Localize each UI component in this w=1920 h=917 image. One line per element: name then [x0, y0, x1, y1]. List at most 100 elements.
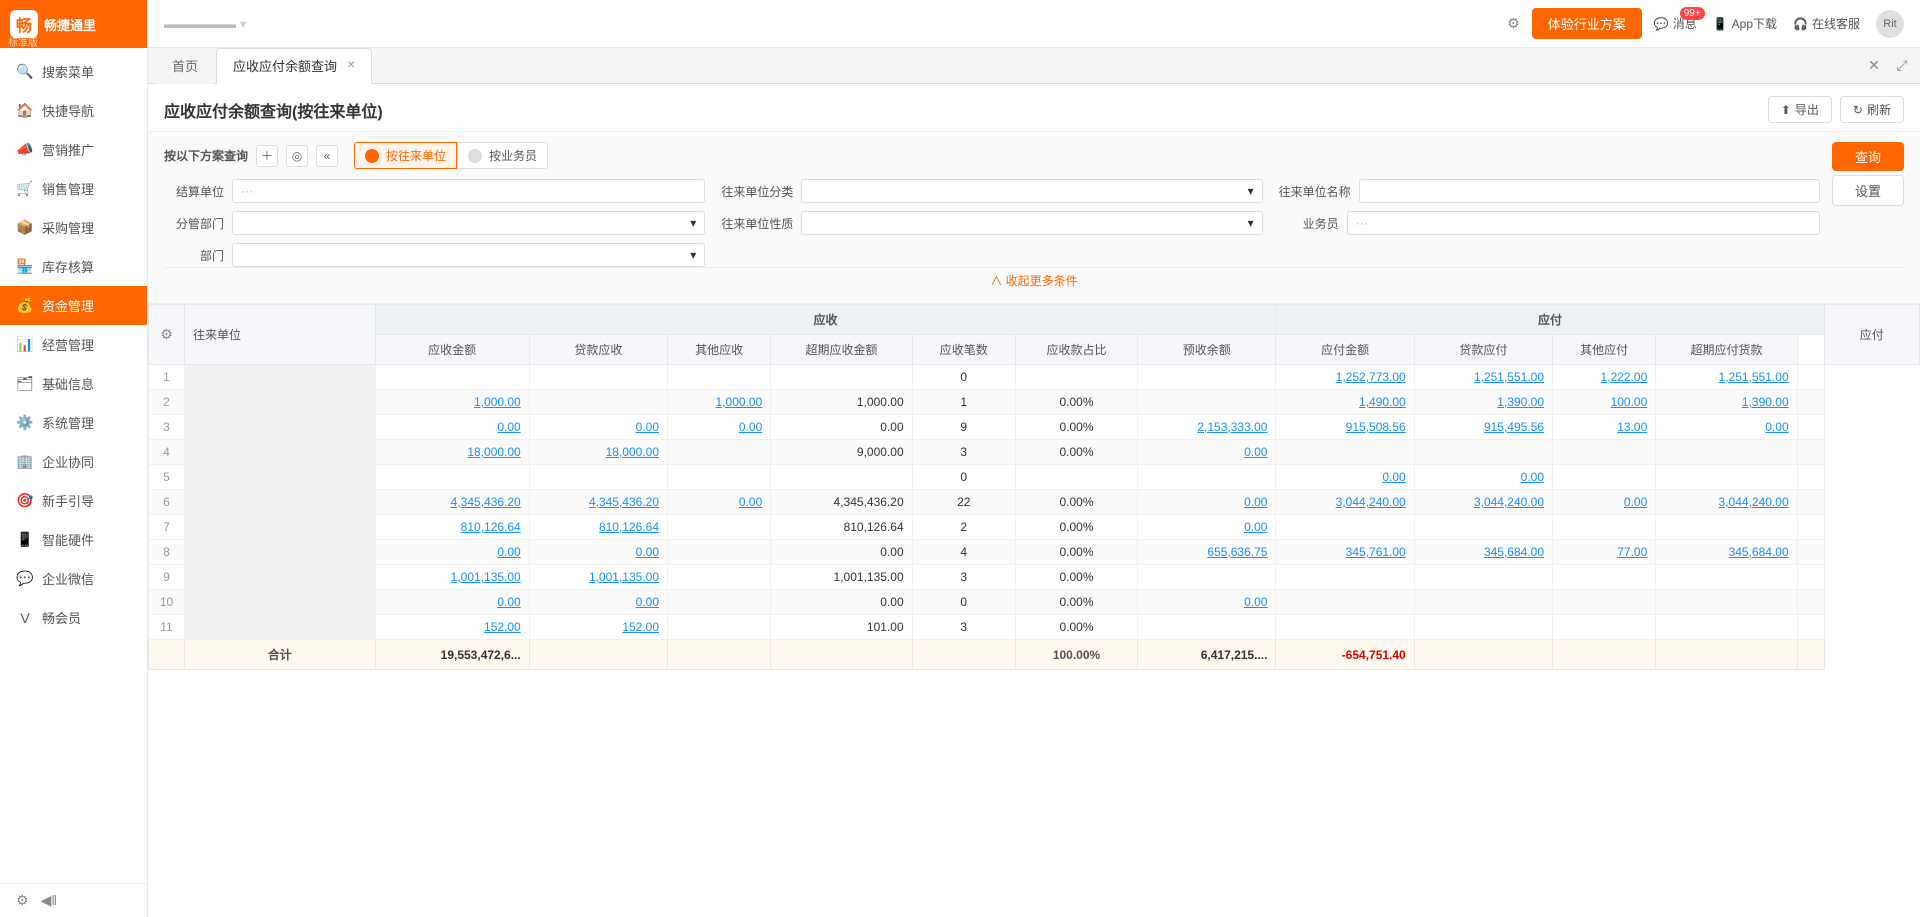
cell-link[interactable]: 0.00	[529, 540, 667, 565]
settlement-unit-input[interactable]: ···	[232, 179, 705, 203]
cell-link[interactable]: 345,761.00	[1276, 540, 1414, 565]
solution-button[interactable]: 体验行业方案	[1532, 8, 1642, 39]
view-by-partner[interactable]: 按往来单位	[354, 142, 457, 169]
view-by-salesman[interactable]: 按业务员	[457, 142, 548, 169]
tab-home[interactable]: 首页	[156, 48, 214, 84]
cell-link[interactable]: 1,252,773.00	[1276, 365, 1414, 390]
sidebar-item-finance[interactable]: 💰 资金管理	[0, 286, 147, 325]
cell-link[interactable]: 655,636.75	[1138, 540, 1276, 565]
cell-link[interactable]: 3,044,240.00	[1414, 490, 1552, 515]
sidebar-item-quicknav[interactable]: 🏠 快捷导航	[0, 91, 147, 130]
cell-link[interactable]: 0.00	[529, 590, 667, 615]
cell-link[interactable]: 1,001,135.00	[375, 565, 529, 590]
refresh-button[interactable]: ↻ 刷新	[1840, 96, 1904, 123]
cell-link[interactable]: 915,495.56	[1414, 415, 1552, 440]
cell-link[interactable]: 13.00	[1553, 415, 1656, 440]
user-avatar[interactable]: Rit	[1876, 10, 1904, 38]
setting-button[interactable]: 设置	[1832, 175, 1904, 206]
cell-link[interactable]: 0.00	[1138, 440, 1276, 465]
table-row: 4 18,000.00 18,000.00 9,000.00 3 0.00% 0…	[149, 440, 1920, 465]
export-button[interactable]: ⬆ 导出	[1768, 96, 1832, 123]
cell-link[interactable]: 100.00	[1553, 390, 1656, 415]
cell-link[interactable]: 18,000.00	[529, 440, 667, 465]
cell-link[interactable]: 0.00	[1656, 415, 1797, 440]
cell-link[interactable]: 77.00	[1553, 540, 1656, 565]
cell-link[interactable]: 1,390.00	[1656, 390, 1797, 415]
cell-empty	[668, 465, 771, 490]
cell-empty	[668, 590, 771, 615]
cell-link[interactable]: 810,126.64	[375, 515, 529, 540]
sidebar-item-inventory[interactable]: 🏪 库存核算	[0, 247, 147, 286]
cell-link[interactable]: 1,390.00	[1414, 390, 1552, 415]
cell-link[interactable]: 1,000.00	[375, 390, 529, 415]
cell-link[interactable]: 0.00	[1414, 465, 1552, 490]
cell-link[interactable]: 2,153,333.00	[1138, 415, 1276, 440]
gear-icon[interactable]: ⚙	[1507, 15, 1520, 32]
cell-link[interactable]: 18,000.00	[375, 440, 529, 465]
cell-link[interactable]: 0.00	[1553, 490, 1656, 515]
cell-link[interactable]: 1,251,551.00	[1414, 365, 1552, 390]
cell-link[interactable]: 4,345,436.20	[529, 490, 667, 515]
maximize-window-icon[interactable]: ⤢	[1892, 56, 1912, 76]
cell-link[interactable]: 152.00	[375, 615, 529, 640]
add-scheme-button[interactable]: ＋	[256, 145, 278, 167]
partner-nature-label: 往来单位性质	[721, 215, 793, 232]
cell-link[interactable]: 0.00	[529, 415, 667, 440]
cell-link[interactable]: 4,345,436.20	[375, 490, 529, 515]
cell-link[interactable]: 0.00	[375, 540, 529, 565]
sidebar-item-operations[interactable]: 📊 经营管理	[0, 325, 147, 364]
cell-link[interactable]: 1,490.00	[1276, 390, 1414, 415]
row-number: 10	[149, 590, 185, 615]
cell-link[interactable]: 1,001,135.00	[529, 565, 667, 590]
query-button[interactable]: 查询	[1832, 142, 1904, 171]
collapse-sidebar-icon[interactable]: ◀‖	[41, 892, 58, 909]
sidebar-item-system[interactable]: ⚙️ 系统管理	[0, 403, 147, 442]
cell-link[interactable]: 0.00	[668, 490, 771, 515]
more-scheme-button[interactable]: «	[316, 145, 338, 167]
cell-link[interactable]: 3,044,240.00	[1276, 490, 1414, 515]
app-download-button[interactable]: 📱 App下载	[1713, 15, 1777, 32]
cell-link[interactable]: 0.00	[1138, 590, 1276, 615]
sidebar-item-enterprise[interactable]: 🏢 企业协同	[0, 442, 147, 481]
dept-select[interactable]: ▾	[232, 243, 705, 267]
tab-receivables[interactable]: 应收应付余额查询 ✕	[216, 48, 372, 84]
sidebar-item-search[interactable]: 🔍 搜索菜单	[0, 52, 147, 91]
cell-link[interactable]: 0.00	[375, 415, 529, 440]
table-settings-icon[interactable]: ⚙	[160, 326, 173, 342]
partner-category-select[interactable]: ▾	[801, 179, 1262, 203]
cell-link[interactable]: 0.00	[1138, 515, 1276, 540]
sidebar-item-wechat[interactable]: 💬 企业微信	[0, 559, 147, 598]
cell-link[interactable]: 0.00	[668, 415, 771, 440]
partner-name-input[interactable]	[1359, 179, 1820, 203]
tab-close-icon[interactable]: ✕	[347, 60, 355, 71]
col-settings-header[interactable]: ⚙	[149, 305, 185, 365]
cell-link[interactable]: 0.00	[375, 590, 529, 615]
cell-link[interactable]: 0.00	[1276, 465, 1414, 490]
sidebar-item-member[interactable]: V 畅会员	[0, 598, 147, 637]
cell-link[interactable]: 345,684.00	[1414, 540, 1552, 565]
sidebar-item-purchase[interactable]: 📦 采购管理	[0, 208, 147, 247]
sidebar-item-sales[interactable]: 🛒 销售管理	[0, 169, 147, 208]
sidebar-item-marketing[interactable]: 📣 营销推广	[0, 130, 147, 169]
dept-manager-select[interactable]: ▾	[232, 211, 705, 235]
cell-link[interactable]: 915,508.56	[1276, 415, 1414, 440]
edit-scheme-button[interactable]: ◎	[286, 145, 308, 167]
cell-link[interactable]: 1,222.00	[1553, 365, 1656, 390]
cell-link[interactable]: 810,126.64	[529, 515, 667, 540]
collapse-bar[interactable]: ∧ 收起更多条件	[164, 267, 1904, 293]
online-service-button[interactable]: 🎧 在线客服	[1793, 15, 1860, 32]
close-window-icon[interactable]: ✕	[1864, 56, 1884, 76]
sidebar-item-guide[interactable]: 🎯 新手引导	[0, 481, 147, 520]
cell-link[interactable]: 3,044,240.00	[1656, 490, 1797, 515]
sidebar-item-hardware[interactable]: 📱 智能硬件	[0, 520, 147, 559]
cell-link[interactable]: 1,251,551.00	[1656, 365, 1797, 390]
sidebar-item-basic[interactable]: 🗂 基础信息	[0, 364, 147, 403]
cell-link[interactable]: 152.00	[529, 615, 667, 640]
cell-link[interactable]: 1,000.00	[668, 390, 771, 415]
cell-link[interactable]: 345,684.00	[1656, 540, 1797, 565]
salesman-input[interactable]: ···	[1347, 211, 1820, 235]
message-button[interactable]: 💬 消息 99+	[1654, 15, 1697, 32]
settings-footer-icon[interactable]: ⚙	[16, 892, 29, 909]
cell-link[interactable]: 0.00	[1138, 490, 1276, 515]
partner-nature-select[interactable]: ▾	[801, 211, 1262, 235]
